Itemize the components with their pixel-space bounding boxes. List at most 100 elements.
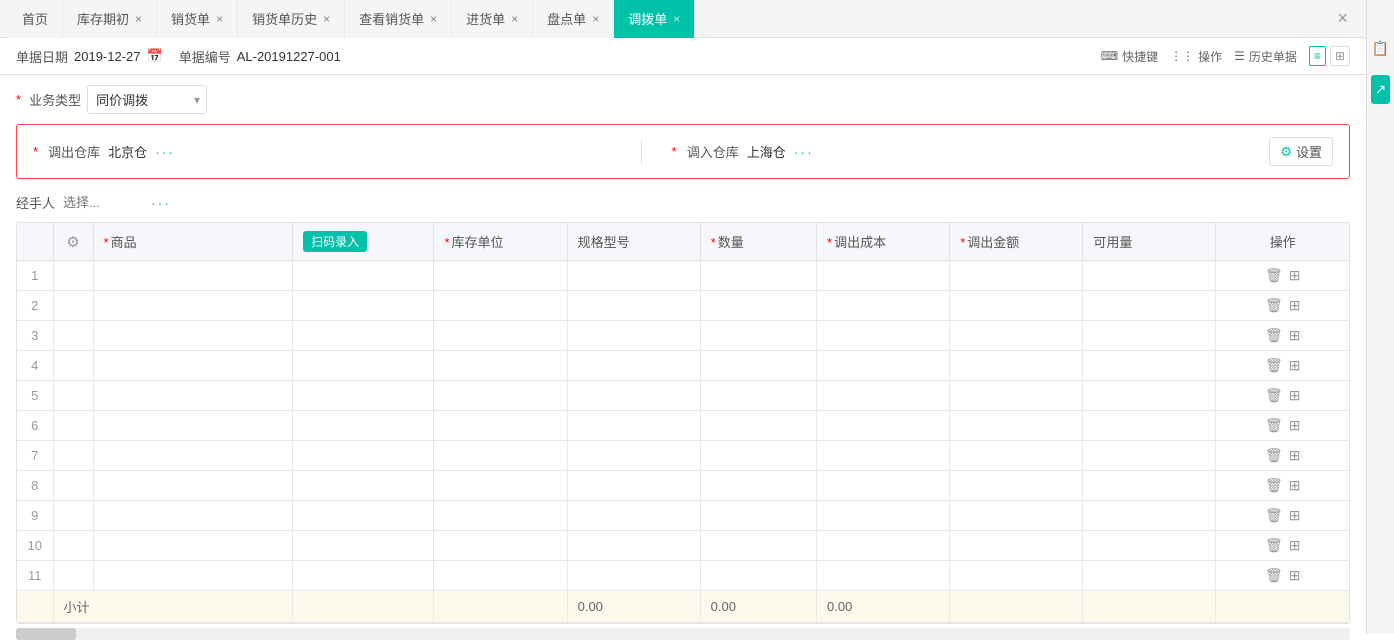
horizontal-scrollbar[interactable] xyxy=(16,628,1350,640)
toolbar-right: ⌨ 快捷键 ⋮⋮ 操作 ☰ 历史单据 ≡ ⊞ xyxy=(1101,46,1350,66)
subtotal-row: 小计 0.00 0.00 0.00 xyxy=(17,591,1349,623)
close-tab-sales-order[interactable]: × xyxy=(216,12,223,26)
settings-button[interactable]: ⚙ 设置 xyxy=(1269,137,1333,166)
copy-icon[interactable]: ⊞ xyxy=(1289,567,1301,584)
close-tab-inventory-init[interactable]: × xyxy=(135,12,142,26)
table-row: 4🗑⊞ xyxy=(17,351,1349,381)
copy-icon[interactable]: ⊞ xyxy=(1289,297,1301,314)
transfer-table: ⚙ *商品 扫码录入 *库存单位 规格型号 *数量 xyxy=(17,223,1349,623)
col-settings-header[interactable]: ⚙ xyxy=(53,223,93,261)
col-action-header: 操作 xyxy=(1216,223,1349,261)
copy-icon[interactable]: ⊞ xyxy=(1289,477,1301,494)
business-type-group: * 业务类型 同价调拨 ▾ xyxy=(16,85,207,114)
doc-num-value: AL-20191227-001 xyxy=(237,49,341,64)
delete-icon[interactable]: 🗑 xyxy=(1265,567,1283,584)
table-row: 6🗑⊞ xyxy=(17,411,1349,441)
tab-home[interactable]: 首页 xyxy=(8,0,63,38)
date-field: 单据日期 2019-12-27 📅 xyxy=(16,47,163,66)
table-gear-icon[interactable]: ⚙ xyxy=(66,234,79,251)
copy-icon[interactable]: ⊞ xyxy=(1289,537,1301,554)
copy-icon[interactable]: ⊞ xyxy=(1289,417,1301,434)
delete-icon[interactable]: 🗑 xyxy=(1265,357,1283,374)
operations-btn[interactable]: ⋮⋮ 操作 xyxy=(1170,48,1222,65)
close-tab-sales-history[interactable]: × xyxy=(323,12,330,26)
tab-purchase[interactable]: 进货单 × xyxy=(452,0,533,38)
handler-row: 经手人 ··· xyxy=(0,189,1366,222)
copy-icon[interactable]: ⊞ xyxy=(1289,267,1301,284)
delete-icon[interactable]: 🗑 xyxy=(1265,477,1283,494)
delete-icon[interactable]: 🗑 xyxy=(1265,507,1283,524)
tab-sales-history[interactable]: 销货单历史 × xyxy=(238,0,345,38)
warehouse-in-label: 调入仓库 xyxy=(687,142,739,161)
warehouse-divider xyxy=(641,140,642,164)
tab-inventory-init[interactable]: 库存期初 × xyxy=(63,0,157,38)
copy-icon[interactable]: ⊞ xyxy=(1289,327,1301,344)
warehouse-section: * 调出仓库 北京仓 ··· * 调入仓库 上海仓 ··· ⚙ 设置 xyxy=(16,124,1350,179)
date-label: 单据日期 xyxy=(16,47,68,66)
document-icon[interactable]: 📋 xyxy=(1372,40,1389,57)
table-row: 5🗑⊞ xyxy=(17,381,1349,411)
tab-view-sales[interactable]: 查看销货单 × xyxy=(345,0,452,38)
col-unit-header: *库存单位 xyxy=(434,223,567,261)
warehouse-in-value: 上海仓 xyxy=(747,142,786,161)
table-row: 9🗑⊞ xyxy=(17,501,1349,531)
list-view-btn[interactable]: ≡ xyxy=(1309,46,1326,66)
warehouse-in-group: * 调入仓库 上海仓 ··· xyxy=(672,142,1250,161)
delete-icon[interactable]: 🗑 xyxy=(1265,297,1283,314)
subtotal-amount: 0.00 xyxy=(817,591,950,623)
col-product-header: *商品 xyxy=(93,223,293,261)
warehouse-out-required: * xyxy=(33,144,38,159)
table-container: ⚙ *商品 扫码录入 *库存单位 规格型号 *数量 xyxy=(16,222,1350,624)
copy-icon[interactable]: ⊞ xyxy=(1289,507,1301,524)
close-all-tabs[interactable]: × xyxy=(1327,8,1358,29)
col-cost-header: *调出成本 xyxy=(817,223,950,261)
history-btn[interactable]: ☰ 历史单据 xyxy=(1234,48,1297,65)
warehouse-in-required: * xyxy=(672,144,677,159)
scrollbar-thumb[interactable] xyxy=(16,628,76,640)
handler-input[interactable] xyxy=(63,195,143,210)
table-row: 8🗑⊞ xyxy=(17,471,1349,501)
form-section: * 业务类型 同价调拨 ▾ xyxy=(0,75,1366,124)
col-avail-header: 可用量 xyxy=(1083,223,1216,261)
expand-icon[interactable]: ↗ xyxy=(1371,75,1391,104)
close-tab-transfer[interactable]: × xyxy=(673,12,680,26)
copy-icon[interactable]: ⊞ xyxy=(1289,387,1301,404)
chevron-down-icon: ▾ xyxy=(194,93,200,107)
col-num-header xyxy=(17,223,53,261)
warehouse-in-more-btn[interactable]: ··· xyxy=(794,144,814,160)
delete-icon[interactable]: 🗑 xyxy=(1265,327,1283,344)
gear-icon: ⚙ xyxy=(1280,144,1292,160)
business-type-select[interactable]: 同价调拨 ▾ xyxy=(87,85,207,114)
history-icon: ☰ xyxy=(1234,49,1245,63)
close-tab-purchase[interactable]: × xyxy=(511,12,518,26)
tab-sales-order[interactable]: 销货单 × xyxy=(157,0,238,38)
business-type-value: 同价调拨 xyxy=(96,90,148,109)
tab-inventory-check[interactable]: 盘点单 × xyxy=(533,0,614,38)
table-row: 10🗑⊞ xyxy=(17,531,1349,561)
copy-icon[interactable]: ⊞ xyxy=(1289,357,1301,374)
tab-transfer[interactable]: 调拨单 × xyxy=(614,0,695,38)
subtotal-qty: 0.00 xyxy=(567,591,700,623)
shortcuts-btn[interactable]: ⌨ 快捷键 xyxy=(1101,48,1158,65)
scan-entry-btn[interactable]: 扫码录入 xyxy=(303,231,367,252)
doc-num-label: 单据编号 xyxy=(179,47,231,66)
delete-icon[interactable]: 🗑 xyxy=(1265,417,1283,434)
warehouse-out-label: 调出仓库 xyxy=(48,142,100,161)
delete-icon[interactable]: 🗑 xyxy=(1265,537,1283,554)
delete-icon[interactable]: 🗑 xyxy=(1265,447,1283,464)
col-qty-header: *数量 xyxy=(700,223,816,261)
subtotal-cost: 0.00 xyxy=(700,591,816,623)
table-row: 7🗑⊞ xyxy=(17,441,1349,471)
delete-icon[interactable]: 🗑 xyxy=(1265,387,1283,404)
col-scan-header: 扫码录入 xyxy=(293,223,434,261)
warehouse-out-more-btn[interactable]: ··· xyxy=(155,144,175,160)
close-tab-view-sales[interactable]: × xyxy=(430,12,437,26)
copy-icon[interactable]: ⊞ xyxy=(1289,447,1301,464)
delete-icon[interactable]: 🗑 xyxy=(1265,267,1283,284)
grid-view-btn[interactable]: ⊞ xyxy=(1330,46,1350,66)
handler-more-btn[interactable]: ··· xyxy=(151,195,171,211)
grid-icon: ⋮⋮ xyxy=(1170,49,1194,63)
business-type-required: * xyxy=(16,92,21,107)
close-tab-inventory-check[interactable]: × xyxy=(592,12,599,26)
calendar-icon[interactable]: 📅 xyxy=(147,48,163,64)
